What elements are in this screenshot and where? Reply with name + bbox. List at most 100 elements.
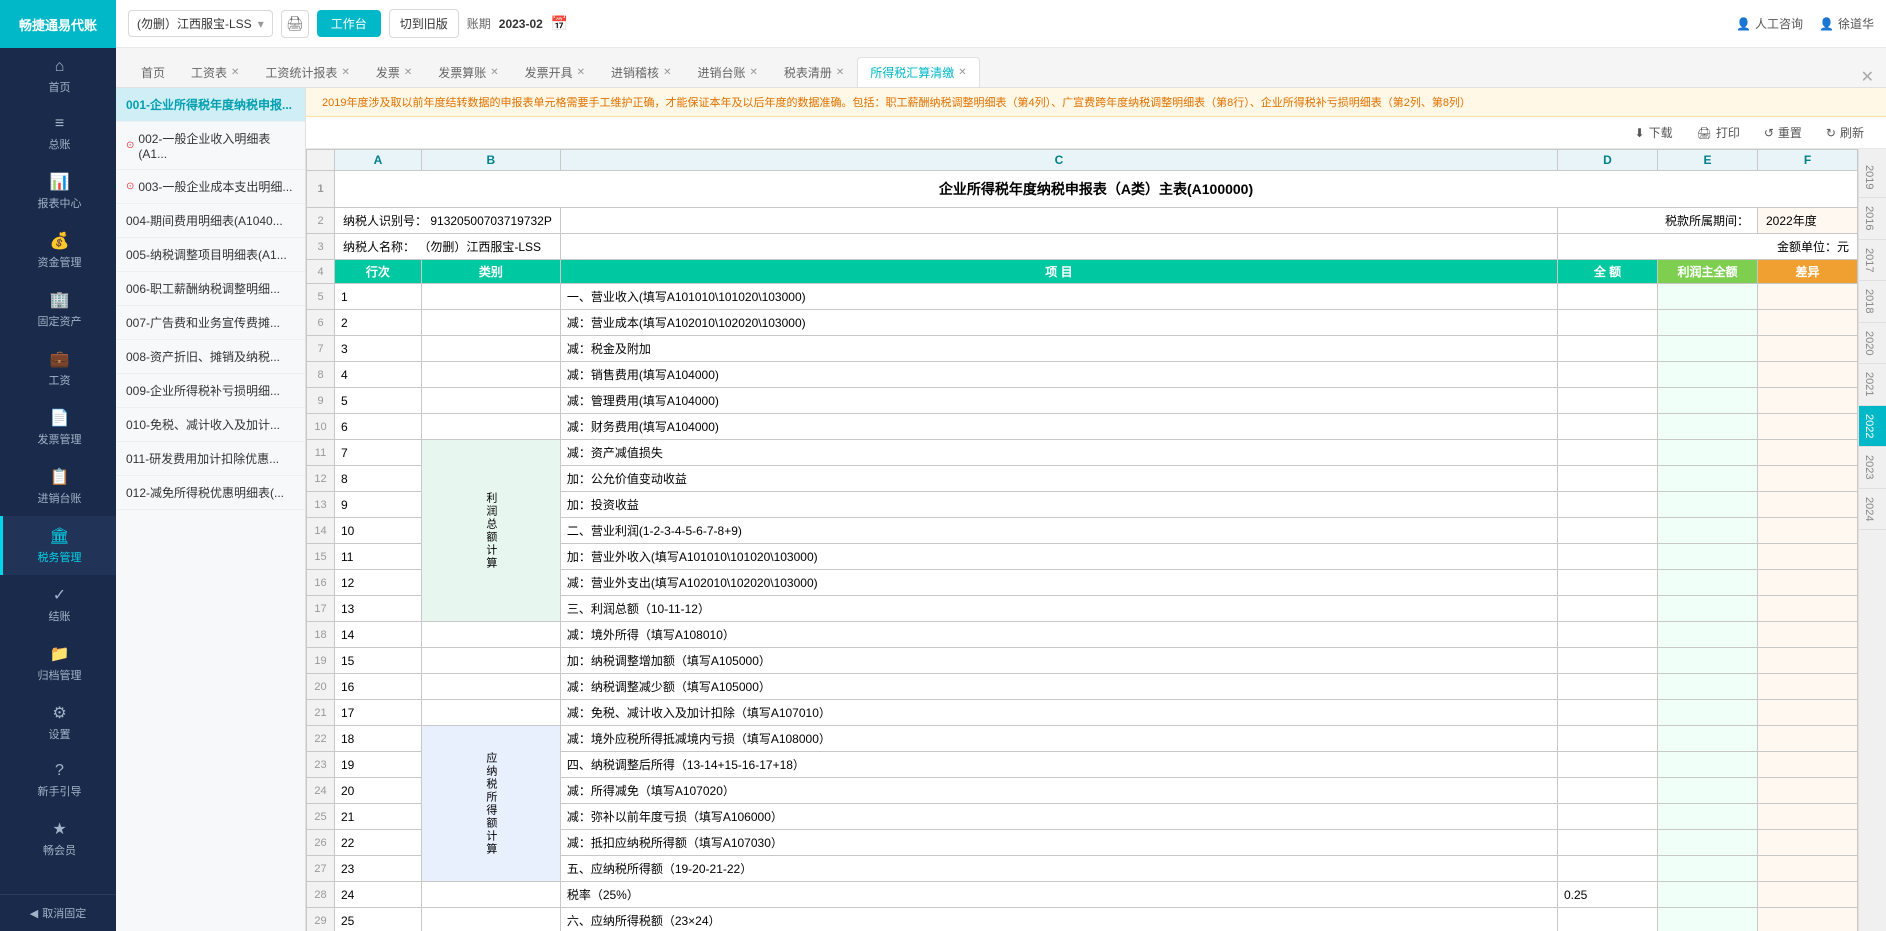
unpin-button[interactable]: ◀ 取消固定	[0, 894, 116, 931]
diff-10[interactable]	[1758, 518, 1858, 544]
sidebar-item-settle[interactable]: ✓ 结账	[0, 575, 116, 634]
diff-19[interactable]	[1758, 752, 1858, 778]
amt-9[interactable]	[1558, 492, 1658, 518]
amt-12[interactable]	[1558, 570, 1658, 596]
year-2017[interactable]: 2017	[1859, 240, 1886, 281]
diff-8[interactable]	[1758, 466, 1858, 492]
sidebar-item-invoice-mgr[interactable]: 📄 发票管理	[0, 398, 116, 457]
amt-17[interactable]	[1558, 700, 1658, 726]
year-2019[interactable]: 2019	[1859, 157, 1886, 198]
amt-4[interactable]	[1558, 362, 1658, 388]
tab-close-invoice-calc[interactable]: ✕	[490, 67, 498, 78]
left-panel-item-007[interactable]: 007-广告费和业务宣传费摊...	[116, 306, 305, 340]
profit-1[interactable]	[1658, 284, 1758, 310]
tab-close-invoice[interactable]: ✕	[404, 67, 412, 78]
diff-9[interactable]	[1758, 492, 1858, 518]
close-window-icon[interactable]: ✕	[1861, 67, 1874, 87]
tab-close-invoice-open[interactable]: ✕	[577, 67, 585, 78]
company-selector[interactable]: (勿删）江西服宝-LSS ▾	[128, 10, 273, 37]
profit-10[interactable]	[1658, 518, 1758, 544]
tab-close-payroll-stat[interactable]: ✕	[341, 67, 349, 78]
left-panel-item-004[interactable]: 004-期间费用明细表(A1040...	[116, 204, 305, 238]
sidebar-item-payroll[interactable]: 💼 工资	[0, 339, 116, 398]
tab-invoice-calc[interactable]: 发票算账 ✕	[425, 57, 511, 87]
diff-11[interactable]	[1758, 544, 1858, 570]
amt-8[interactable]	[1558, 466, 1658, 492]
year-2020[interactable]: 2020	[1859, 323, 1886, 364]
year-2021[interactable]: 2021	[1859, 364, 1886, 405]
amt-24[interactable]: 0.25	[1558, 882, 1658, 908]
year-2018[interactable]: 2018	[1859, 281, 1886, 322]
amt-14[interactable]	[1558, 622, 1658, 648]
profit-6[interactable]	[1658, 414, 1758, 440]
sidebar-item-fund[interactable]: 💰 资金管理	[0, 221, 116, 280]
tab-income-tax-calc[interactable]: 所得税汇算清缴 ✕	[857, 57, 979, 87]
profit-5[interactable]	[1658, 388, 1758, 414]
user-info[interactable]: 👤 徐道华	[1819, 15, 1874, 32]
left-panel-item-008[interactable]: 008-资产折旧、摊销及纳税...	[116, 340, 305, 374]
sidebar-item-ledger[interactable]: ≡ 总账	[0, 105, 116, 162]
amt-20[interactable]	[1558, 778, 1658, 804]
amt-6[interactable]	[1558, 414, 1658, 440]
tab-close-income-tax[interactable]: ✕	[958, 67, 966, 78]
tab-close-sales-verify[interactable]: ✕	[663, 67, 671, 78]
profit-2[interactable]	[1658, 310, 1758, 336]
amt-7[interactable]	[1558, 440, 1658, 466]
amt-13[interactable]	[1558, 596, 1658, 622]
profit-14[interactable]	[1658, 622, 1758, 648]
profit-12[interactable]	[1658, 570, 1758, 596]
profit-7[interactable]	[1658, 440, 1758, 466]
amt-23[interactable]	[1558, 856, 1658, 882]
profit-13[interactable]	[1658, 596, 1758, 622]
diff-15[interactable]	[1758, 648, 1858, 674]
diff-24[interactable]	[1758, 882, 1858, 908]
tab-close-tax-clearance[interactable]: ✕	[836, 67, 844, 78]
left-panel-item-011[interactable]: 011-研发费用加计扣除优惠...	[116, 442, 305, 476]
tab-close-payroll[interactable]: ✕	[231, 67, 239, 78]
profit-21[interactable]	[1658, 804, 1758, 830]
diff-22[interactable]	[1758, 830, 1858, 856]
print-icon-btn[interactable]: 🖨	[281, 10, 309, 38]
diff-6[interactable]	[1758, 414, 1858, 440]
diff-16[interactable]	[1758, 674, 1858, 700]
diff-17[interactable]	[1758, 700, 1858, 726]
diff-7[interactable]	[1758, 440, 1858, 466]
profit-18[interactable]	[1658, 726, 1758, 752]
diff-1[interactable]	[1758, 284, 1858, 310]
diff-14[interactable]	[1758, 622, 1858, 648]
amt-1[interactable]	[1558, 284, 1658, 310]
left-panel-item-009[interactable]: 009-企业所得税补亏损明细...	[116, 374, 305, 408]
profit-16[interactable]	[1658, 674, 1758, 700]
profit-19[interactable]	[1658, 752, 1758, 778]
sidebar-item-tax[interactable]: 🏛 税务管理	[0, 516, 116, 575]
diff-20[interactable]	[1758, 778, 1858, 804]
diff-23[interactable]	[1758, 856, 1858, 882]
print-button[interactable]: 🖨 打印	[1691, 121, 1746, 144]
amt-15[interactable]	[1558, 648, 1658, 674]
profit-17[interactable]	[1658, 700, 1758, 726]
amt-5[interactable]	[1558, 388, 1658, 414]
profit-9[interactable]	[1658, 492, 1758, 518]
left-panel-item-012[interactable]: 012-减免所得税优惠明细表(...	[116, 476, 305, 510]
left-panel-item-002[interactable]: ⊙ 002-一般企业收入明细表(A1...	[116, 122, 305, 170]
diff-2[interactable]	[1758, 310, 1858, 336]
sidebar-item-home[interactable]: ⌂ 首页	[0, 48, 116, 105]
left-panel-item-010[interactable]: 010-免税、减计收入及加计...	[116, 408, 305, 442]
diff-18[interactable]	[1758, 726, 1858, 752]
left-panel-item-005[interactable]: 005-纳税调整项目明细表(A1...	[116, 238, 305, 272]
year-2016[interactable]: 2016	[1859, 198, 1886, 239]
profit-23[interactable]	[1658, 856, 1758, 882]
download-button[interactable]: ⬇ 下载	[1629, 121, 1679, 144]
sidebar-item-archive[interactable]: 📁 归档管理	[0, 634, 116, 693]
tab-tax-clearance[interactable]: 税表清册 ✕	[771, 57, 857, 87]
tab-sales-verify[interactable]: 进销稽核 ✕	[598, 57, 684, 87]
profit-3[interactable]	[1658, 336, 1758, 362]
amt-3[interactable]	[1558, 336, 1658, 362]
workbench-button[interactable]: 工作台	[317, 10, 381, 37]
year-2022[interactable]: 2022	[1859, 406, 1886, 447]
tab-payroll[interactable]: 工资表 ✕	[178, 57, 252, 87]
diff-25[interactable]	[1758, 908, 1858, 931]
amt-11[interactable]	[1558, 544, 1658, 570]
year-2023[interactable]: 2023	[1859, 447, 1886, 488]
diff-21[interactable]	[1758, 804, 1858, 830]
